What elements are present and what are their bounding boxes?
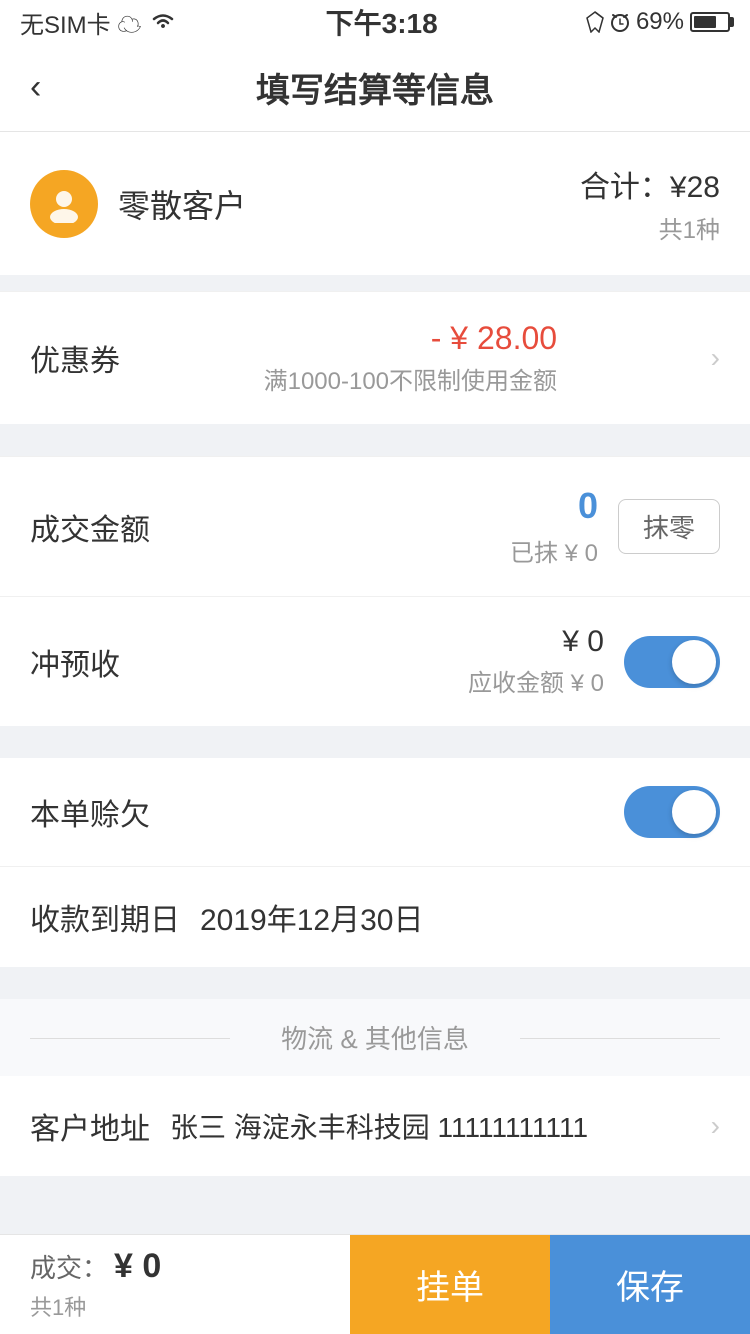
debt-row: 本单赊欠 [0,758,750,866]
battery-icon [690,12,730,32]
sim-signal: 无SIM卡 ☁ [20,5,141,40]
nav-bar: ‹ 填写结算等信息 [0,44,750,132]
section-divider-3 [0,983,750,999]
customer-section: 零散客户 合计：¥28 共1种 [0,132,750,275]
address-section[interactable]: 客户地址 张三 海淀永丰科技园 11111111111 › [0,1076,750,1176]
avatar [30,170,98,238]
transaction-section: 成交金额 0 已抹 ¥ 0 抹零 冲预收 ¥ 0 应收金额 ¥ 0 [0,456,750,726]
bottom-summary-amount: ¥ 0 [114,1247,161,1286]
due-date-value[interactable]: 2019年12月30日 [200,895,423,939]
battery-percent: 69% [636,8,684,36]
bottom-summary-count: 共1种 [30,1290,320,1322]
bottom-bar: 成交： ¥ 0 共1种 挂单 保存 [0,1234,750,1334]
coupon-chevron-icon: › [711,342,720,374]
coupon-row[interactable]: 优惠券 - ¥ 28.00 满1000-100不限制使用金额 › [0,291,750,424]
coupon-right: - ¥ 28.00 满1000-100不限制使用金额 [264,320,557,396]
address-value: 张三 海淀永丰科技园 11111111111 [170,1106,711,1146]
status-bar: 无SIM卡 ☁ 下午3:18 69% [0,0,750,44]
prereceive-label: 冲预收 [30,640,120,684]
alarm-icon [610,11,630,33]
transaction-row: 成交金额 0 已抹 ¥ 0 抹零 [0,456,750,596]
coupon-label: 优惠券 [30,336,120,380]
status-time: 下午3:18 [326,2,438,42]
debt-label: 本单赊欠 [30,790,150,834]
prereceive-toggle[interactable] [624,636,720,688]
save-button[interactable]: 保存 [550,1235,750,1334]
prereceive-sub: 应收金额 ¥ 0 [468,663,604,698]
prereceive-right: ¥ 0 应收金额 ¥ 0 [468,625,720,698]
toggle-thumb [672,640,716,684]
status-right: 69% [586,8,730,36]
wifi-icon [149,12,177,32]
coupon-discount: - ¥ 28.00 [264,320,557,357]
transaction-label: 成交金额 [30,505,150,549]
location-icon [586,11,604,33]
customer-row: 零散客户 合计：¥28 共1种 [0,132,750,275]
transaction-input-area: 0 已抹 ¥ 0 抹零 [510,485,720,568]
address-chevron-icon: › [711,1110,720,1142]
transaction-sub: 已抹 ¥ 0 [510,533,598,568]
prereceive-amounts: ¥ 0 应收金额 ¥ 0 [468,625,604,698]
section-divider-2 [0,742,750,758]
address-row[interactable]: 客户地址 张三 海淀永丰科技园 11111111111 › [0,1076,750,1176]
coupon-section[interactable]: 优惠券 - ¥ 28.00 满1000-100不限制使用金额 › [0,291,750,424]
back-button[interactable]: ‹ [30,68,41,107]
status-left: 无SIM卡 ☁ [20,5,177,40]
hang-button[interactable]: 挂单 [350,1235,550,1334]
transaction-value[interactable]: 0 [510,485,598,527]
bottom-summary-title: 成交： [30,1248,108,1285]
section-divider-1 [0,440,750,456]
total-count: 共1种 [580,210,720,245]
address-label: 客户地址 [30,1104,150,1148]
page-title: 填写结算等信息 [256,63,494,112]
debt-toggle-thumb [672,790,716,834]
customer-name: 零散客户 [118,181,246,227]
bottom-summary: 成交： ¥ 0 共1种 [0,1247,350,1322]
prereceive-row: 冲预收 ¥ 0 应收金额 ¥ 0 [0,596,750,726]
prereceive-amount: ¥ 0 [468,625,604,659]
logistics-label: 物流 & 其他信息 [281,1024,469,1054]
total-amount: 合计：¥28 [580,162,720,206]
debt-toggle[interactable] [624,786,720,838]
customer-total: 合计：¥28 共1种 [580,162,720,245]
round-button[interactable]: 抹零 [618,499,720,554]
due-date-label: 收款到期日 [30,895,180,939]
logistics-header: 物流 & 其他信息 [0,999,750,1076]
coupon-desc: 满1000-100不限制使用金额 [264,361,557,396]
debt-section: 本单赊欠 收款到期日 2019年12月30日 [0,758,750,967]
due-date-row: 收款到期日 2019年12月30日 [0,866,750,967]
customer-left: 零散客户 [30,170,246,238]
